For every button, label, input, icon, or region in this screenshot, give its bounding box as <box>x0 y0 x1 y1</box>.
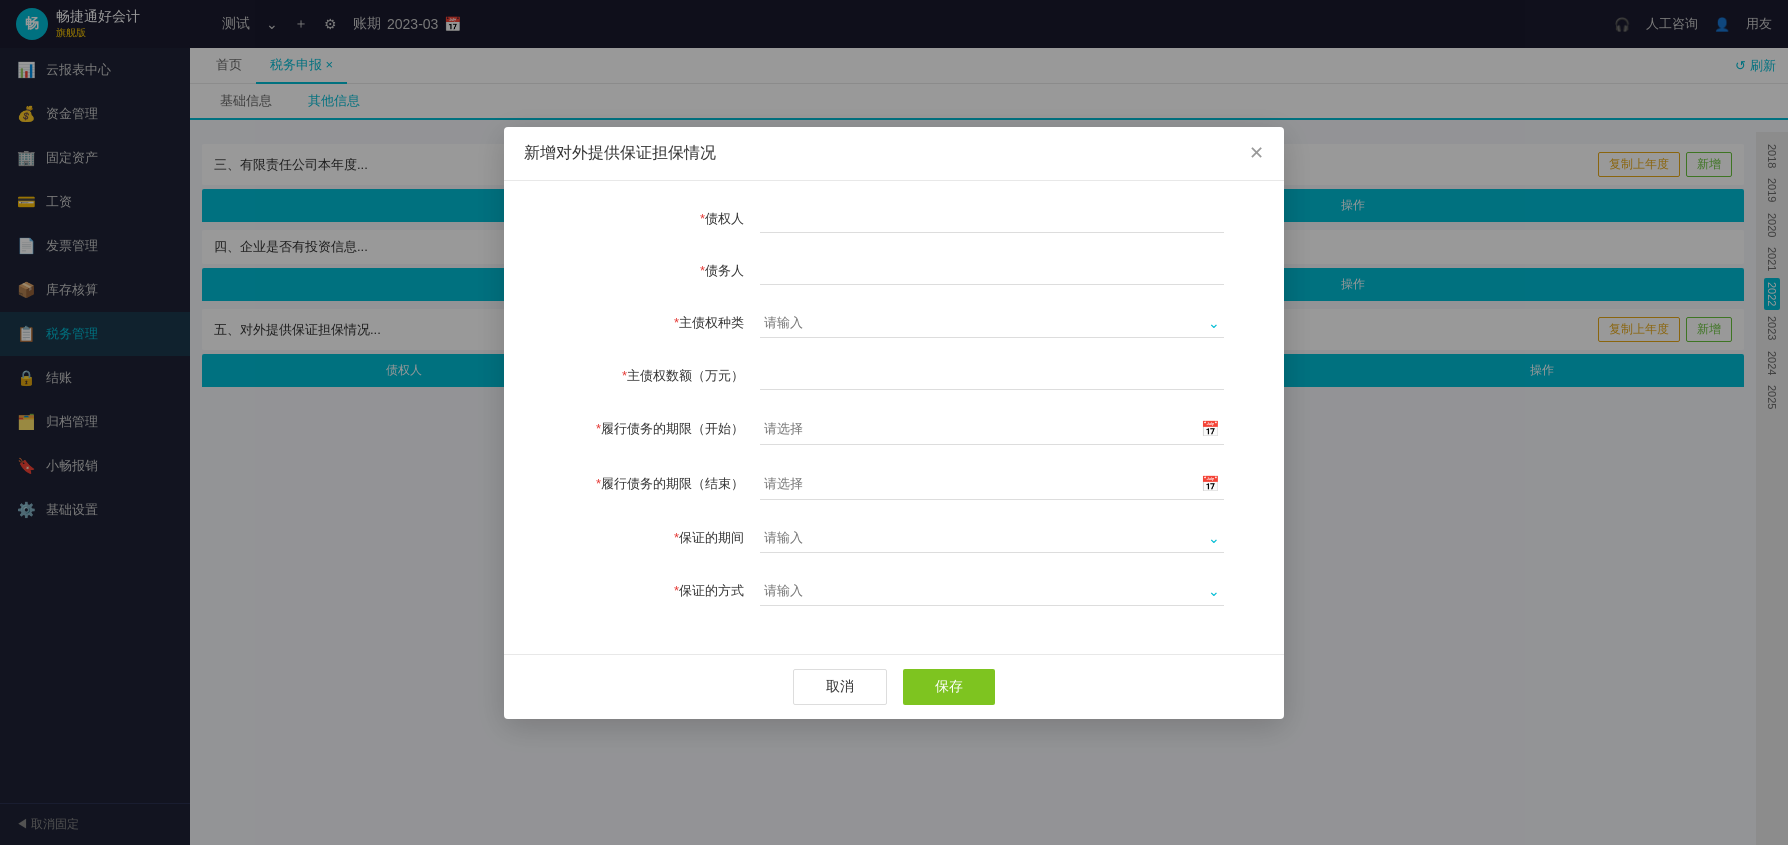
label-guarantee-period: *保证的期间 <box>564 529 744 547</box>
form-row-start-date: *履行债务的期限（开始） 📅 <box>564 414 1224 445</box>
required-mark-gp: * <box>674 530 679 545</box>
modal: 新增对外提供保证担保情况 ✕ *债权人 *债务人 *主债权种类 <box>504 127 1284 719</box>
required-mark-debtor: * <box>700 263 705 278</box>
cancel-button[interactable]: 取消 <box>793 669 887 705</box>
required-mark-start: * <box>596 421 601 436</box>
select-guarantee-method-input[interactable] <box>764 583 1208 598</box>
select-guarantee-period-input[interactable] <box>764 530 1208 545</box>
chevron-down-icon-gp[interactable]: ⌄ <box>1208 530 1220 546</box>
select-claim-type-wrap[interactable]: ⌄ <box>760 309 1224 338</box>
calendar-end-icon[interactable]: 📅 <box>1201 475 1220 493</box>
required-mark-claim-type: * <box>674 315 679 330</box>
modal-overlay: 新增对外提供保证担保情况 ✕ *债权人 *债务人 *主债权种类 <box>0 0 1788 845</box>
date-start-input[interactable] <box>764 421 1201 436</box>
date-end-input[interactable] <box>764 476 1201 491</box>
select-guarantee-period-wrap[interactable]: ⌄ <box>760 524 1224 553</box>
form-row-debtor: *债务人 <box>564 257 1224 285</box>
chevron-down-icon-claim[interactable]: ⌄ <box>1208 315 1220 331</box>
date-start-wrap[interactable]: 📅 <box>760 414 1224 445</box>
modal-close-btn[interactable]: ✕ <box>1249 144 1264 162</box>
select-guarantee-method-wrap[interactable]: ⌄ <box>760 577 1224 606</box>
form-row-claim-type: *主债权种类 ⌄ <box>564 309 1224 338</box>
select-claim-type-input[interactable] <box>764 315 1208 330</box>
input-debtor[interactable] <box>760 257 1224 285</box>
form-row-end-date: *履行债务的期限（结束） 📅 <box>564 469 1224 500</box>
modal-title: 新增对外提供保证担保情况 <box>524 143 716 164</box>
save-button[interactable]: 保存 <box>903 669 995 705</box>
required-mark-end: * <box>596 476 601 491</box>
label-end-date: *履行债务的期限（结束） <box>564 475 744 493</box>
form-row-claim-amount: *主债权数额（万元） <box>564 362 1224 390</box>
input-claim-amount[interactable] <box>760 362 1224 390</box>
modal-footer: 取消 保存 <box>504 654 1284 719</box>
label-claim-amount: *主债权数额（万元） <box>564 367 744 385</box>
modal-body: *债权人 *债务人 *主债权种类 ⌄ <box>504 181 1284 654</box>
required-mark: * <box>700 211 705 226</box>
required-mark-gm: * <box>674 583 679 598</box>
form-row-creditor: *债权人 <box>564 205 1224 233</box>
label-debtor: *债务人 <box>564 262 744 280</box>
form-row-guarantee-method: *保证的方式 ⌄ <box>564 577 1224 606</box>
label-claim-type: *主债权种类 <box>564 314 744 332</box>
date-end-wrap[interactable]: 📅 <box>760 469 1224 500</box>
input-creditor[interactable] <box>760 205 1224 233</box>
modal-header: 新增对外提供保证担保情况 ✕ <box>504 127 1284 181</box>
form-row-guarantee-period: *保证的期间 ⌄ <box>564 524 1224 553</box>
calendar-start-icon[interactable]: 📅 <box>1201 420 1220 438</box>
chevron-down-icon-gm[interactable]: ⌄ <box>1208 583 1220 599</box>
label-guarantee-method: *保证的方式 <box>564 582 744 600</box>
required-mark-amount: * <box>622 368 627 383</box>
label-start-date: *履行债务的期限（开始） <box>564 420 744 438</box>
label-creditor: *债权人 <box>564 210 744 228</box>
